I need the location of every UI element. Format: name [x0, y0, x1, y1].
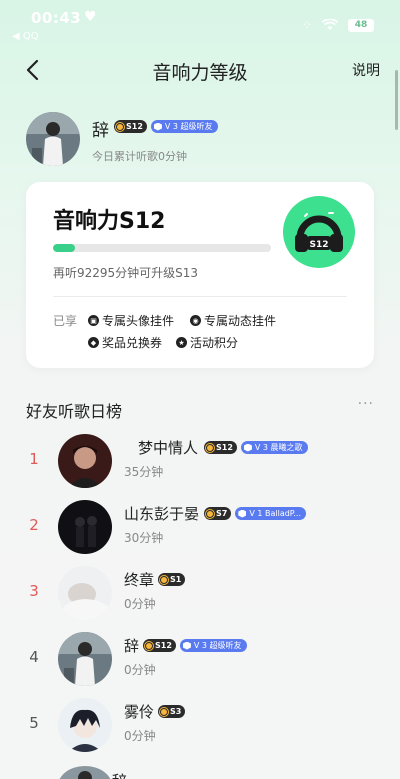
page-title: 音响力等级 [152, 62, 248, 84]
level-icon-label: S12 [309, 240, 328, 250]
divider [53, 296, 347, 297]
ranking-row[interactable]: 1 梦中情人 S12 V 3 晨曦之歌 35分钟 [0, 430, 400, 496]
vip-badge[interactable]: V 3 超级听友 [150, 120, 218, 133]
headphone-level-icon[interactable]: S12 [283, 196, 355, 268]
level-badge[interactable]: S7 [204, 507, 232, 520]
ranking-name: 雾伶 [124, 703, 155, 721]
rank-number: 1 [29, 450, 39, 468]
level-progress-bar [53, 244, 271, 252]
scrollbar[interactable] [395, 70, 398, 130]
more-icon[interactable]: ··· [358, 396, 374, 412]
ranking-name: 终章 [124, 571, 155, 589]
nav-bar: 音响力等级 说明 [0, 52, 400, 88]
ranking-row[interactable]: 4 辞 S12 V 3 超级听友 0分钟 [0, 628, 400, 694]
ranking-badges: S7 V 1 BalladP... [204, 507, 306, 520]
ranking-badges: S12 V 3 晨曦之歌 [204, 441, 308, 454]
feed-frame-icon: ◉ [190, 315, 201, 326]
coupon-icon: ◆ [88, 337, 99, 348]
ranking-row[interactable]: 2 山东彭于晏 S7 V 1 BalladP... 30分钟 [0, 496, 400, 562]
back-to-app-link[interactable]: ◀ QQ [12, 31, 39, 42]
status-time: 00:43 [31, 9, 82, 27]
heart-icon: ♥ [84, 9, 97, 25]
avatar[interactable] [58, 632, 112, 686]
status-icons: ⁘ 48 [302, 18, 374, 32]
ranking-name: 辞 [124, 637, 140, 655]
avatar[interactable] [58, 500, 112, 554]
level-card: 音响力S12 再听92295分钟可升级S13 S12 已享 ▣ 专属头像挂件 ◉ 专… [26, 182, 374, 368]
ranking-row[interactable]: 3 终章 S1 0分钟 [0, 562, 400, 628]
avatar[interactable] [58, 766, 112, 779]
ranking-name: 辞 [112, 770, 127, 779]
wifi-icon [322, 19, 338, 30]
ranking-name: 山东彭于晏 [124, 505, 200, 523]
level-badge[interactable]: S12 [204, 441, 237, 454]
ranking-time: 35分钟 [124, 465, 164, 479]
perks-label: 已享 [53, 314, 78, 328]
profile-name: 辞 [92, 121, 109, 141]
star-points-icon: ★ [176, 337, 187, 348]
ranking-time: 0分钟 [124, 729, 156, 743]
avatar[interactable] [58, 434, 112, 488]
user-profile: 辞 S12 V 3 超级听友 今日累计听歌0分钟 [26, 112, 386, 168]
level-progress-fill [53, 244, 75, 252]
vip-badge[interactable]: V 3 超级听友 [179, 639, 247, 652]
ranking-name: 梦中情人 [138, 439, 199, 457]
dots-icon: ⁘ [301, 18, 312, 32]
battery-icon: 48 [348, 18, 374, 32]
ranking-badges: S1 [158, 573, 186, 586]
avatar[interactable] [58, 566, 112, 620]
ranking-title: 好友听歌日榜 [26, 402, 123, 421]
level-badge[interactable]: S12 [143, 639, 176, 652]
level-badge[interactable]: S12 [114, 120, 147, 133]
perk-coupon[interactable]: ◆ 奖品兑换券 [88, 334, 162, 351]
status-bar: 00:43 ♥ ◀ QQ ⁘ 48 [0, 0, 400, 46]
profile-subtitle: 今日累计听歌0分钟 [92, 150, 187, 163]
rank-number: 2 [29, 516, 39, 534]
perk-points[interactable]: ★ 活动积分 [176, 334, 238, 351]
rank-number: 5 [29, 714, 39, 732]
rank-number: 3 [29, 582, 39, 600]
ranking-row-peek[interactable]: 辞 [0, 760, 400, 779]
level-badge[interactable]: S1 [158, 573, 186, 586]
avatar[interactable] [26, 112, 80, 166]
avatar[interactable] [58, 698, 112, 752]
ranking-badges: S3 [158, 705, 186, 718]
vip-badge[interactable]: V 3 晨曦之歌 [240, 441, 308, 454]
perk-avatar-frame[interactable]: ▣ 专属头像挂件 [88, 312, 174, 329]
perk-feed-frame[interactable]: ◉ 专属动态挂件 [190, 312, 276, 329]
avatar-frame-icon: ▣ [88, 315, 99, 326]
ranking-row[interactable]: 5 雾伶 S3 0分钟 [0, 694, 400, 760]
ranking-time: 0分钟 [124, 597, 156, 611]
level-title: 音响力S12 [53, 209, 166, 234]
ranking-time: 30分钟 [124, 531, 164, 545]
ranking-badges: S12 V 3 超级听友 [143, 639, 247, 652]
level-hint: 再听92295分钟可升级S13 [53, 266, 199, 280]
profile-badges: S12 V 3 超级听友 [114, 120, 218, 133]
ranking-time: 0分钟 [124, 663, 156, 677]
help-button[interactable]: 说明 [352, 60, 380, 80]
vip-badge[interactable]: V 1 BalladP... [235, 507, 306, 520]
rank-number: 4 [29, 648, 39, 666]
level-badge[interactable]: S3 [158, 705, 186, 718]
